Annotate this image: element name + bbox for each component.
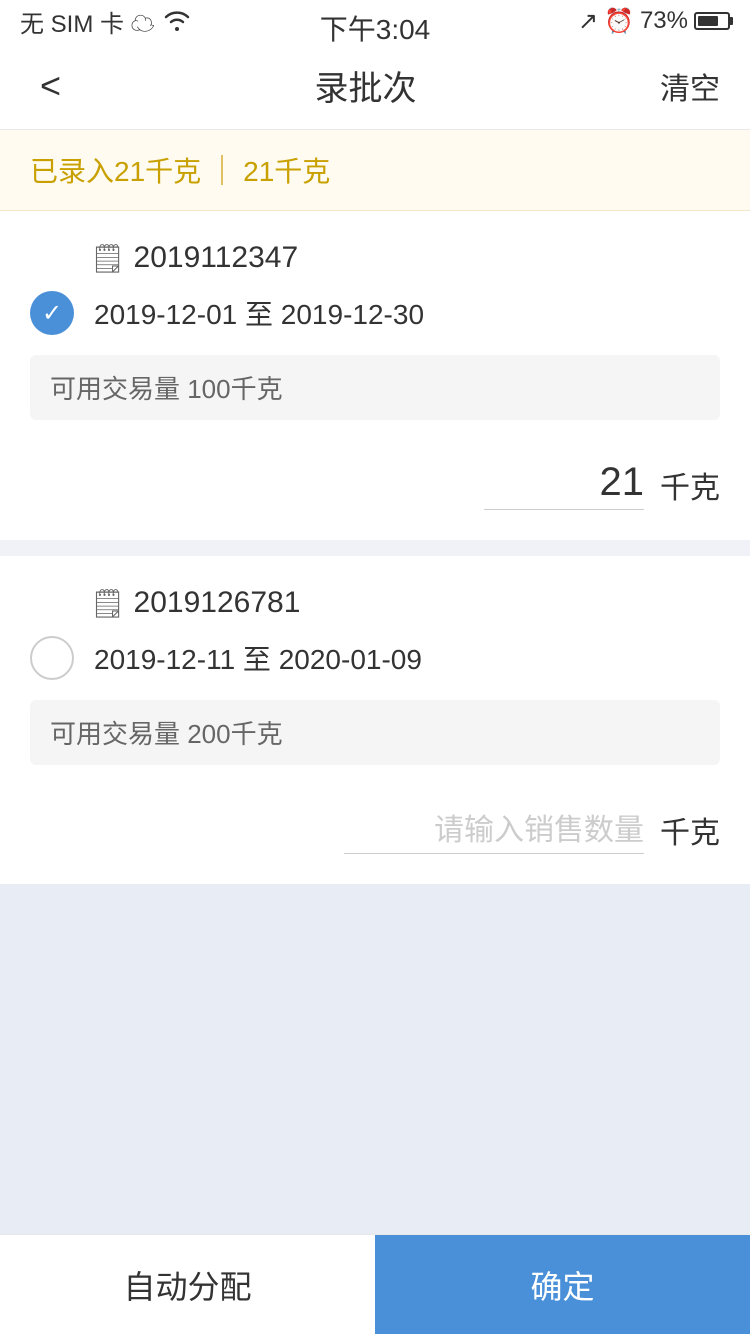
banner-divider bbox=[221, 155, 223, 185]
status-left: 无 SIM 卡 ☁ bbox=[20, 4, 191, 39]
batch1-id: 2019112347 bbox=[134, 241, 299, 275]
page-title: 录批次 bbox=[315, 61, 417, 110]
batch2-id: 2019126781 bbox=[134, 586, 301, 620]
alarm-icon: ⏰ bbox=[604, 7, 634, 36]
batch1-row[interactable]: ✓ 2019-12-01 至 2019-12-30 bbox=[30, 291, 720, 335]
batch2-radio[interactable] bbox=[30, 636, 74, 680]
back-button[interactable]: < bbox=[30, 55, 71, 117]
batch2-header: 🗒 2019126781 bbox=[30, 586, 720, 620]
batch1-quantity-row: 21 千克 bbox=[30, 440, 720, 540]
batch2-available: 可用交易量 200千克 bbox=[30, 700, 720, 765]
clear-button[interactable]: 清空 bbox=[660, 64, 720, 108]
batch1-card: 🗒 2019112347 ✓ 2019-12-01 至 2019-12-30 可… bbox=[0, 211, 750, 540]
confirm-button[interactable]: 确定 bbox=[375, 1235, 750, 1334]
batch2-underline bbox=[344, 853, 644, 854]
batch2-card: 🗒 2019126781 2019-12-11 至 2020-01-09 可用交… bbox=[0, 556, 750, 884]
batch2-input-row: 请输入销售数量 千克 bbox=[30, 785, 720, 884]
bottom-bar: 自动分配 确定 bbox=[0, 1234, 750, 1334]
batch2-input-wrapper[interactable]: 请输入销售数量 bbox=[344, 805, 644, 854]
batch1-header: 🗒 2019112347 bbox=[30, 241, 720, 275]
batch1-radio[interactable]: ✓ bbox=[30, 291, 74, 335]
batch1-date: 2019-12-01 至 2019-12-30 bbox=[94, 293, 424, 333]
batch2-date: 2019-12-11 至 2020-01-09 bbox=[94, 638, 422, 678]
card-divider-1 bbox=[0, 540, 750, 556]
batch1-underline bbox=[484, 509, 644, 510]
status-right: ↗ ⏰ 73% bbox=[578, 7, 730, 36]
status-bar: 无 SIM 卡 ☁ 下午3:04 ↗ ⏰ 73% bbox=[0, 0, 750, 42]
batch1-unit: 千克 bbox=[660, 463, 720, 507]
check-icon: ✓ bbox=[42, 299, 62, 328]
batch2-placeholder: 请输入销售数量 bbox=[434, 805, 644, 849]
wifi-icon bbox=[163, 11, 191, 31]
location-icon: ↗ bbox=[578, 7, 598, 36]
batch2-row[interactable]: 2019-12-11 至 2020-01-09 bbox=[30, 636, 720, 680]
batch1-icon: 🗒 bbox=[90, 242, 126, 275]
auto-distribute-button[interactable]: 自动分配 bbox=[0, 1235, 375, 1334]
batch1-input-wrapper[interactable]: 21 bbox=[484, 460, 644, 510]
battery-percent: 73% bbox=[640, 7, 688, 35]
info-banner: 已录入21千克 21千克 bbox=[0, 130, 750, 211]
batch1-quantity-value: 21 bbox=[564, 460, 644, 505]
sim-status: 无 SIM 卡 ☁ bbox=[20, 4, 155, 39]
total-amount: 21千克 bbox=[243, 150, 330, 190]
batch2-icon: 🗒 bbox=[90, 587, 126, 620]
batch1-available: 可用交易量 100千克 bbox=[30, 355, 720, 420]
batch2-unit: 千克 bbox=[660, 808, 720, 852]
battery-icon bbox=[694, 12, 730, 30]
nav-bar: < 录批次 清空 bbox=[0, 42, 750, 130]
status-time: 下午3:04 bbox=[320, 8, 431, 48]
recorded-label: 已录入21千克 bbox=[30, 150, 201, 190]
